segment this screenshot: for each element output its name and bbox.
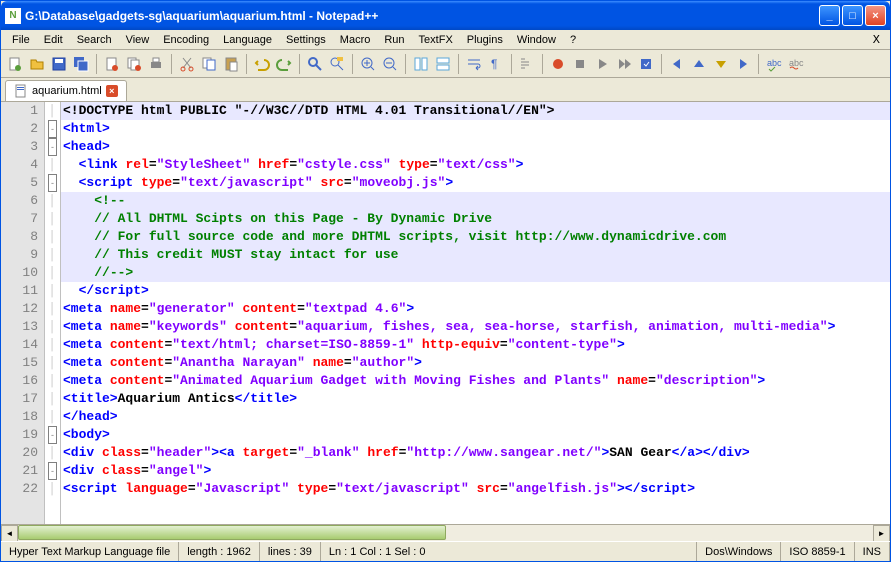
window-controls: _ □ × [819, 5, 886, 26]
fold-toggle[interactable]: - [48, 426, 57, 444]
paste-icon[interactable] [221, 54, 241, 74]
maximize-button[interactable]: □ [842, 5, 863, 26]
save-all-icon[interactable] [71, 54, 91, 74]
app-icon: N [5, 8, 21, 24]
close-button[interactable]: × [865, 5, 886, 26]
tab-label: aquarium.html [32, 85, 102, 97]
menu-textfx[interactable]: TextFX [412, 32, 460, 48]
play-macro-icon[interactable] [592, 54, 612, 74]
fold-toggle[interactable]: - [48, 174, 57, 192]
fold-toggle[interactable]: - [48, 120, 57, 138]
menu-help[interactable]: ? [563, 32, 583, 48]
horizontal-scrollbar[interactable]: ◄ ► [1, 524, 890, 541]
status-eol: Dos\Windows [697, 542, 781, 561]
menu-search[interactable]: Search [70, 32, 119, 48]
menu-language[interactable]: Language [216, 32, 279, 48]
status-insert-mode: INS [855, 542, 890, 561]
replace-icon[interactable] [327, 54, 347, 74]
close-all-icon[interactable] [124, 54, 144, 74]
copy-icon[interactable] [199, 54, 219, 74]
menu-plugins[interactable]: Plugins [460, 32, 510, 48]
new-file-icon[interactable] [5, 54, 25, 74]
menu-edit[interactable]: Edit [37, 32, 70, 48]
status-position: Ln : 1 Col : 1 Sel : 0 [321, 542, 697, 561]
menubar: File Edit Search View Encoding Language … [1, 30, 890, 50]
undo-icon[interactable] [252, 54, 272, 74]
window-title: G:\Database\gadgets-sg\aquarium\aquarium… [25, 9, 819, 23]
zoom-out-icon[interactable] [380, 54, 400, 74]
open-file-icon[interactable] [27, 54, 47, 74]
zoom-in-icon[interactable] [358, 54, 378, 74]
svg-text:abc: abc [767, 58, 782, 68]
tab-close-icon[interactable]: × [106, 85, 118, 97]
menu-macro[interactable]: Macro [333, 32, 378, 48]
app-window: N G:\Database\gadgets-sg\aquarium\aquari… [0, 0, 891, 562]
minimize-button[interactable]: _ [819, 5, 840, 26]
code-area[interactable]: <!DOCTYPE html PUBLIC "-//W3C//DTD HTML … [61, 102, 890, 524]
close-file-icon[interactable] [102, 54, 122, 74]
record-macro-icon[interactable] [548, 54, 568, 74]
status-encoding: ISO 8859-1 [781, 542, 854, 561]
fold-toggle[interactable]: - [48, 138, 57, 156]
file-icon [14, 84, 28, 98]
spellcheck2-icon[interactable]: abc [786, 54, 806, 74]
editor[interactable]: 12345678910111213141516171819202122 │--│… [1, 102, 890, 524]
document-close-button[interactable]: X [867, 33, 886, 47]
print-icon[interactable] [146, 54, 166, 74]
sync-v-icon[interactable] [411, 54, 431, 74]
menu-window[interactable]: Window [510, 32, 563, 48]
redo-icon[interactable] [274, 54, 294, 74]
scroll-track[interactable] [18, 525, 873, 541]
wrap-icon[interactable] [464, 54, 484, 74]
play-multi-icon[interactable] [614, 54, 634, 74]
line-number-gutter: 12345678910111213141516171819202122 [1, 102, 45, 524]
cut-icon[interactable] [177, 54, 197, 74]
save-macro-icon[interactable] [636, 54, 656, 74]
show-chars-icon[interactable]: ¶ [486, 54, 506, 74]
save-icon[interactable] [49, 54, 69, 74]
status-lines: lines : 39 [260, 542, 321, 561]
sync-h-icon[interactable] [433, 54, 453, 74]
toolbar: ¶ abc abc [1, 50, 890, 78]
scroll-thumb[interactable] [18, 525, 446, 540]
spellcheck-icon[interactable]: abc [764, 54, 784, 74]
menu-file[interactable]: File [5, 32, 37, 48]
menu-view[interactable]: View [119, 32, 157, 48]
menu-settings[interactable]: Settings [279, 32, 333, 48]
tabbar: aquarium.html × [1, 78, 890, 102]
svg-text:abc: abc [789, 58, 804, 68]
fold-column: │--│-│││││││││││││-│-│ [45, 102, 61, 524]
triangle-up-icon[interactable] [689, 54, 709, 74]
scroll-left-button[interactable]: ◄ [1, 525, 18, 542]
status-language: Hyper Text Markup Language file [1, 542, 179, 561]
tab-aquarium[interactable]: aquarium.html × [5, 80, 127, 101]
menu-run[interactable]: Run [377, 32, 411, 48]
find-icon[interactable] [305, 54, 325, 74]
stop-macro-icon[interactable] [570, 54, 590, 74]
statusbar: Hyper Text Markup Language file length :… [1, 541, 890, 561]
triangle-right-icon[interactable] [733, 54, 753, 74]
fold-toggle[interactable]: - [48, 462, 57, 480]
scroll-right-button[interactable]: ► [873, 525, 890, 542]
titlebar[interactable]: N G:\Database\gadgets-sg\aquarium\aquari… [1, 1, 890, 30]
triangle-left-icon[interactable] [667, 54, 687, 74]
indent-guide-icon[interactable] [517, 54, 537, 74]
status-length: length : 1962 [179, 542, 260, 561]
svg-text:¶: ¶ [491, 57, 497, 71]
menu-encoding[interactable]: Encoding [156, 32, 216, 48]
triangle-down-icon[interactable] [711, 54, 731, 74]
